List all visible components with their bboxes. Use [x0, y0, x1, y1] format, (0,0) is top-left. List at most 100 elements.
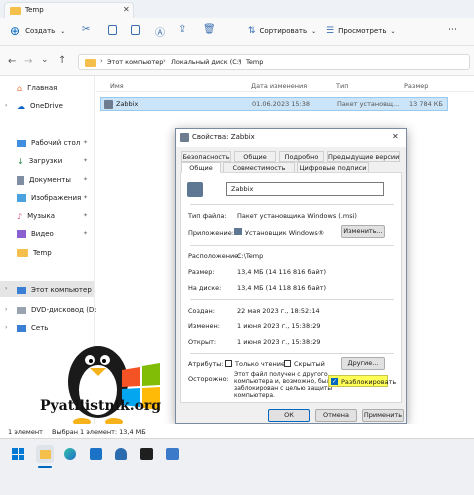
forward-icon[interactable]: →	[24, 56, 32, 67]
tab-details[interactable]: Подробно	[279, 151, 324, 162]
up-icon[interactable]: ↑	[58, 55, 66, 66]
table-row[interactable]: Zabbix 01.06.2023 15:38 Пакет установщ..…	[100, 97, 448, 111]
music-icon: ♪	[17, 211, 23, 221]
delete-icon[interactable]: 🗑	[203, 24, 216, 35]
sidebar-item-desktop[interactable]: Рабочий стол	[17, 136, 80, 150]
cancel-button[interactable]: Отмена	[315, 409, 357, 422]
chevron-down-icon: ⌄	[311, 27, 317, 35]
file-explorer-icon[interactable]	[40, 450, 51, 459]
network-icon	[17, 324, 26, 332]
application-value: Установщик Windows®	[245, 229, 325, 237]
other-attributes-button[interactable]: Другие...	[341, 357, 385, 370]
breadcrumb-item[interactable]: Этот компьютер	[107, 58, 163, 66]
computer-icon	[17, 286, 26, 294]
tab-general[interactable]: Общие	[181, 162, 221, 173]
sidebar-item-home[interactable]: ⌂ Главная	[17, 81, 57, 95]
pin-icon: ✦	[83, 139, 89, 146]
terminal-icon[interactable]	[140, 448, 153, 460]
plus-icon: ⊕	[10, 24, 21, 38]
defender-icon[interactable]	[115, 448, 127, 460]
chevron-down-icon: ⌄	[390, 27, 396, 35]
desktop-icon	[17, 139, 26, 147]
column-date[interactable]: Дата изменения	[251, 82, 307, 90]
chevron-right-icon: ›	[238, 57, 241, 65]
sidebar-item-label: DVD-дисковод (D:)	[31, 306, 100, 314]
dialog-title: Свойства: Zabbix	[192, 133, 255, 141]
start-icon[interactable]	[12, 448, 24, 460]
divider	[190, 299, 394, 300]
sidebar-item-temp[interactable]: Temp	[17, 246, 52, 260]
breadcrumb-item[interactable]: Локальный диск (C:)	[171, 58, 242, 66]
caution-text-line: компьютера и, возможно, был	[234, 378, 331, 385]
dvd-drive-icon	[17, 306, 26, 314]
sidebar-item-pictures[interactable]: Изображения	[17, 191, 81, 205]
sidebar-item-dvd[interactable]: DVD-дисковод (D:)	[17, 303, 99, 317]
sidebar-item-label: Загрузки	[28, 157, 63, 165]
chevron-right-icon[interactable]: ›	[5, 285, 7, 292]
cut-icon[interactable]: ✂	[82, 24, 90, 35]
tab-temp[interactable]: Temp ✕	[4, 2, 134, 18]
create-button[interactable]: ⊕ Создать ⌄	[10, 24, 65, 38]
pin-icon: ✦	[83, 157, 89, 164]
paste-icon[interactable]	[131, 25, 140, 35]
msi-file-icon	[104, 100, 113, 109]
view-button[interactable]: ☰ Просмотреть ⌄	[326, 26, 396, 36]
sidebar-item-label: Главная	[27, 84, 58, 92]
copy-icon[interactable]	[108, 25, 117, 35]
installer-icon	[234, 228, 242, 235]
sidebar-item-documents[interactable]: Документы	[17, 173, 71, 187]
app-icon[interactable]	[166, 448, 179, 460]
store-icon[interactable]	[90, 448, 102, 460]
pictures-icon	[17, 194, 26, 202]
column-type[interactable]: Тип	[336, 82, 348, 90]
hidden-checkbox[interactable]	[284, 360, 291, 367]
properties-dialog: Свойства: Zabbix ✕ Безопасность Общие По…	[175, 128, 407, 424]
tab-security[interactable]: Безопасность	[181, 151, 231, 162]
create-label: Создать	[25, 27, 56, 35]
file-name-field[interactable]: Zabbix	[226, 182, 384, 196]
chevron-right-icon[interactable]: ›	[5, 306, 7, 313]
sidebar-item-onedrive[interactable]: ☁ OneDrive	[17, 99, 63, 113]
chevron-right-icon[interactable]: ›	[5, 324, 7, 331]
column-size[interactable]: Размер	[404, 82, 428, 90]
sidebar-item-label: Музыка	[27, 212, 56, 220]
divider	[190, 353, 394, 354]
file-name: Zabbix	[116, 100, 139, 108]
unblock-checkbox[interactable]: ✓	[331, 378, 338, 385]
download-icon: ↓	[17, 156, 24, 166]
back-icon[interactable]: ←	[8, 56, 16, 67]
sort-button[interactable]: ⇅ Сортировать ⌄	[248, 26, 316, 36]
document-icon	[17, 175, 24, 185]
rename-icon[interactable]: Ⓐ	[155, 24, 165, 39]
selection-info: Выбран 1 элемент: 13,4 МБ	[52, 428, 146, 436]
active-indicator	[38, 466, 52, 468]
chevron-right-icon[interactable]: ›	[5, 102, 7, 109]
sidebar-item-downloads[interactable]: ↓ Загрузки	[17, 154, 62, 168]
edge-icon[interactable]	[64, 448, 76, 460]
more-icon[interactable]: ⋯	[448, 25, 457, 35]
sidebar-item-video[interactable]: Видео	[17, 227, 54, 241]
address-bar[interactable]: › Этот компьютер › Локальный диск (C:) ›…	[78, 54, 470, 70]
penguin-pupil	[102, 359, 106, 363]
ok-button[interactable]: ОК	[268, 409, 310, 422]
folder-icon	[85, 59, 96, 67]
penguin-pupil	[89, 359, 93, 363]
sidebar-item-music[interactable]: ♪ Музыка	[17, 209, 55, 223]
share-icon[interactable]: ⇪	[178, 24, 186, 35]
tab-previous-versions[interactable]: Предыдущие версии	[327, 151, 400, 162]
folder-icon	[10, 7, 21, 15]
sidebar-item-label: Рабочий стол	[31, 139, 81, 147]
sidebar-item-this-pc[interactable]: Этот компьютер	[17, 283, 92, 297]
change-button[interactable]: Изменить...	[341, 225, 385, 238]
breadcrumb-item[interactable]: Temp	[246, 58, 263, 66]
recent-icon[interactable]: ⌄	[41, 55, 49, 65]
apply-button[interactable]: Применить	[362, 409, 404, 422]
close-tab-icon[interactable]: ✕	[123, 5, 130, 14]
column-name[interactable]: Имя	[110, 82, 124, 90]
file-type-value: Пакет установщика Windows (.msi)	[237, 212, 357, 220]
status-bar: 1 элемент Выбран 1 элемент: 13,4 МБ	[0, 424, 474, 438]
readonly-checkbox[interactable]	[225, 360, 232, 367]
application-label: Приложение:	[188, 229, 234, 237]
tab-general-top[interactable]: Общие	[234, 151, 276, 162]
close-icon[interactable]: ✕	[392, 132, 399, 141]
